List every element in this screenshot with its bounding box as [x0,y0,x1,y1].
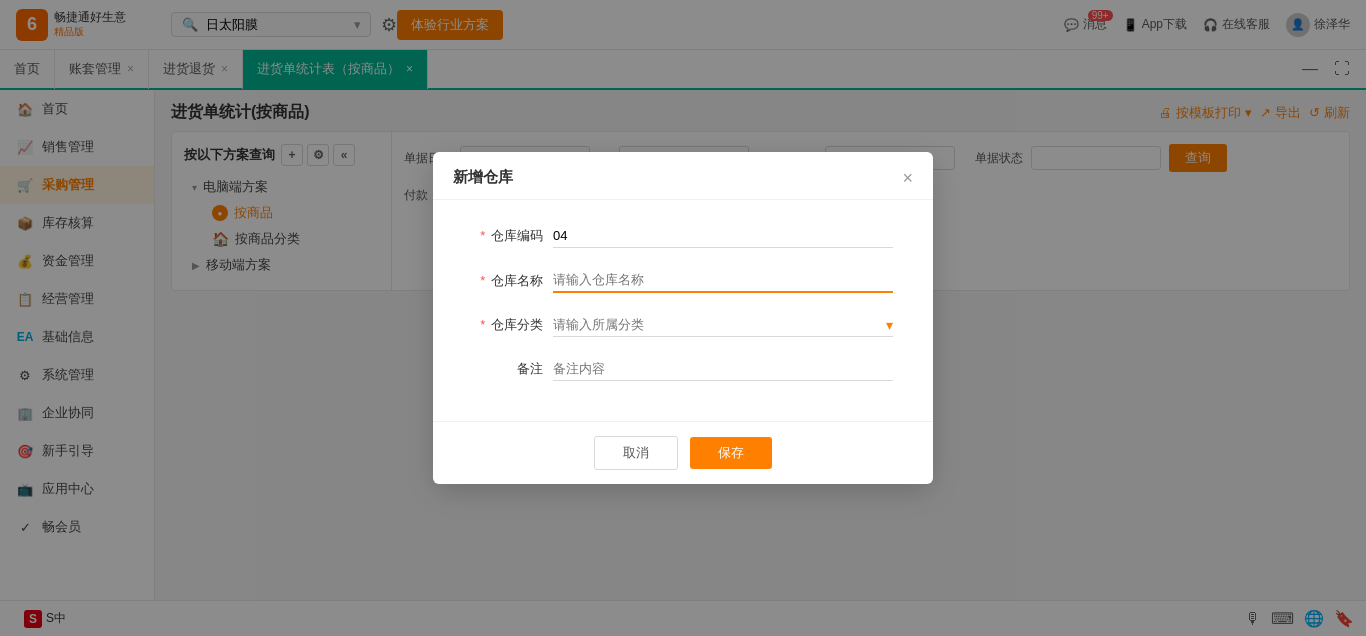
modal-header: 新增仓库 × [433,152,933,200]
type-dropdown-icon[interactable]: ▾ [886,317,893,333]
name-required: * [480,273,485,288]
type-required: * [480,317,485,332]
type-select-wrap: ▾ [553,313,893,337]
add-warehouse-modal: 新增仓库 × * 仓库编码 * 仓库名称 [433,152,933,484]
name-input[interactable] [553,268,893,293]
form-row-name: * 仓库名称 [473,268,893,293]
code-required: * [480,228,485,243]
modal-close-btn[interactable]: × [902,169,913,187]
type-label: * 仓库分类 [473,316,553,334]
type-select-input[interactable] [553,313,893,337]
cancel-btn[interactable]: 取消 [594,436,678,470]
form-row-code: * 仓库编码 [473,224,893,248]
save-btn[interactable]: 保存 [690,437,772,469]
modal-footer: 取消 保存 [433,421,933,484]
name-label: * 仓库名称 [473,272,553,290]
modal-title: 新增仓库 [453,168,513,187]
form-row-remark: 备注 [473,357,893,381]
modal-body: * 仓库编码 * 仓库名称 * 仓库分类 [433,200,933,421]
remark-label: 备注 [473,360,553,378]
remark-input[interactable] [553,357,893,381]
form-row-type: * 仓库分类 ▾ [473,313,893,337]
modal-overlay[interactable]: 新增仓库 × * 仓库编码 * 仓库名称 [0,0,1366,636]
code-label: * 仓库编码 [473,227,553,245]
code-input[interactable] [553,224,893,248]
